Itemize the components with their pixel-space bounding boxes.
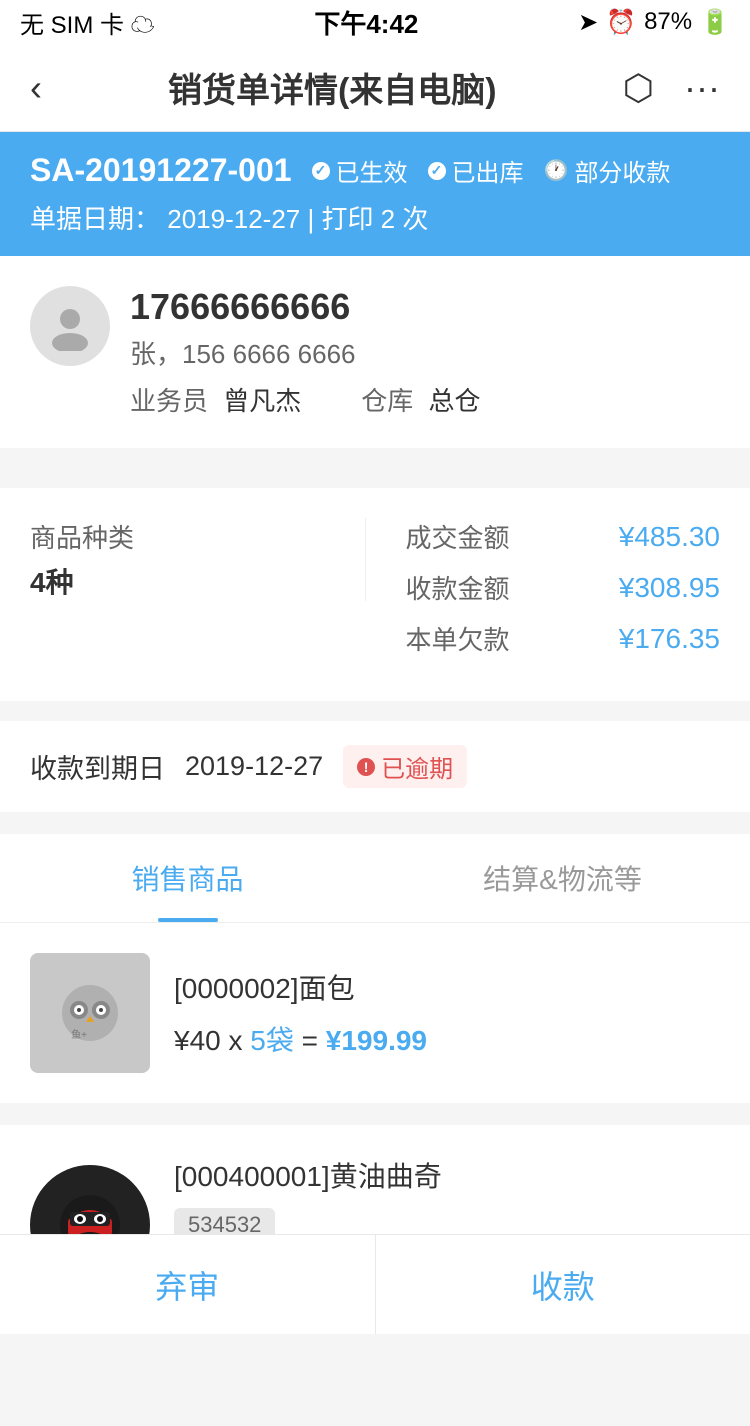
status-active: ✓ 已生效 (312, 153, 408, 188)
status-partial: 🕐 部分收款 (544, 153, 671, 188)
nav-actions: ⬡ ··· (623, 67, 720, 109)
cancel-button[interactable]: 弃审 (0, 1235, 376, 1334)
status-active-label: 已生效 (336, 153, 408, 188)
warehouse-meta: 仓库 总仓 (361, 381, 480, 418)
tabs-section: 销售商品 结算&物流等 (0, 834, 750, 923)
status-partial-label: 部分收款 (574, 153, 670, 188)
product-price-bread: ¥40 x 5袋 = ¥199.99 (174, 1019, 720, 1059)
product-thumb-bread: 鱼+ (30, 953, 150, 1073)
battery-level: 87% (644, 8, 692, 36)
category-value: 4种 (30, 561, 345, 601)
date-label: 单据日期： (30, 204, 160, 234)
deal-label: 成交金额 (406, 518, 510, 555)
customer-phone: 17666666666 (130, 286, 720, 328)
due-section: 收款到期日 2019-12-27 ! 已逾期 (0, 721, 750, 812)
location-icon: ➤ (578, 8, 598, 37)
due-label: 收款到期日 (30, 747, 165, 786)
received-value: ¥308.95 (619, 572, 720, 604)
share-icon[interactable]: ⬡ (623, 67, 654, 109)
order-number: SA-20191227-001 (30, 152, 292, 189)
status-left: 无 SIM 卡 ☁ (20, 5, 155, 40)
customer-meta: 业务员 曾凡杰 仓库 总仓 (130, 381, 720, 418)
check-icon-active: ✓ (312, 162, 330, 180)
sim-status: 无 SIM 卡 ☁ (20, 5, 155, 40)
customer-info: 17666666666 张，156 6666 6666 业务员 曾凡杰 仓库 总… (130, 286, 720, 418)
tab-products[interactable]: 销售商品 (0, 834, 375, 922)
clock-icon: 🕐 (544, 158, 569, 183)
owed-value: ¥176.35 (619, 623, 720, 655)
confirm-button[interactable]: 收款 (376, 1235, 750, 1334)
battery-icon: 🔋 (700, 8, 730, 37)
owl-icon: 鱼+ (55, 978, 125, 1048)
product-name-cookie: [000400001]黄油曲奇 (174, 1155, 720, 1195)
product-name-bread: [0000002]面包 (174, 967, 720, 1007)
status-shipped: ✓ 已出库 (428, 153, 524, 188)
bread-qty: 5袋 (250, 1025, 294, 1056)
page-title: 销货单详情(来自电脑) (168, 63, 497, 112)
stats-right: 成交金额 ¥485.30 收款金额 ¥308.95 本单欠款 ¥176.35 (366, 518, 721, 671)
stats-section: 商品种类 4种 成交金额 ¥485.30 收款金额 ¥308.95 本单欠款 ¥… (0, 488, 750, 701)
salesperson-value: 曾凡杰 (223, 386, 301, 416)
due-date: 2019-12-27 (185, 751, 323, 782)
separator-3 (0, 1105, 750, 1125)
status-right: ➤ ⏰ 87% 🔋 (578, 8, 730, 37)
product-info-bread: [0000002]面包 ¥40 x 5袋 = ¥199.99 (174, 967, 720, 1059)
customer-avatar (30, 286, 110, 366)
tab-products-label: 销售商品 (131, 858, 243, 898)
time-display: 下午4:42 (314, 4, 418, 41)
avatar-icon (45, 301, 95, 351)
bottom-bar: 弃审 收款 (0, 1234, 750, 1334)
customer-contact: 张，156 6666 6666 (130, 334, 720, 371)
svg-text:鱼+: 鱼+ (71, 1028, 87, 1041)
status-bar: 无 SIM 卡 ☁ 下午4:42 ➤ ⏰ 87% 🔋 (0, 0, 750, 44)
overdue-text: 已逾期 (381, 749, 453, 784)
product-item-bread[interactable]: 鱼+ [0000002]面包 ¥40 x 5袋 = ¥199.99 (0, 923, 750, 1103)
bread-total: ¥199.99 (326, 1025, 427, 1056)
separator-2 (0, 812, 750, 832)
overdue-badge: ! 已逾期 (343, 745, 467, 788)
salesperson-meta: 业务员 曾凡杰 (130, 381, 301, 418)
salesperson-label: 业务员 (130, 386, 208, 416)
alarm-icon: ⏰ (606, 8, 636, 37)
check-icon-shipped: ✓ (428, 162, 446, 180)
header-banner: SA-20191227-001 ✓ 已生效 ✓ 已出库 🕐 部分收款 单据日期：… (0, 132, 750, 256)
header-date: 单据日期： 2019-12-27 | 打印 2 次 (30, 199, 720, 236)
stats-left: 商品种类 4种 (30, 518, 366, 601)
back-button[interactable]: ‹ (30, 67, 42, 109)
date-value: 2019-12-27 (167, 204, 300, 234)
deal-value: ¥485.30 (619, 521, 720, 553)
tab-settlement[interactable]: 结算&物流等 (375, 834, 750, 922)
bottom-spacer (0, 1326, 750, 1426)
order-row: SA-20191227-001 ✓ 已生效 ✓ 已出库 🕐 部分收款 (30, 152, 720, 189)
status-shipped-label: 已出库 (452, 153, 524, 188)
tab-settlement-label: 结算&物流等 (483, 858, 642, 898)
customer-section: 17666666666 张，156 6666 6666 业务员 曾凡杰 仓库 总… (0, 256, 750, 448)
bread-price: ¥40 (174, 1025, 221, 1056)
bread-x: x (229, 1025, 251, 1056)
nav-bar: ‹ 销货单详情(来自电脑) ⬡ ··· (0, 44, 750, 132)
bread-eq: = (302, 1025, 326, 1056)
category-label: 商品种类 (30, 518, 345, 555)
overdue-dot-icon: ! (357, 758, 375, 776)
received-label: 收款金额 (406, 569, 510, 606)
more-icon[interactable]: ··· (684, 67, 720, 109)
received-row: 收款金额 ¥308.95 (406, 569, 721, 606)
warehouse-label: 仓库 (361, 386, 413, 416)
owed-row: 本单欠款 ¥176.35 (406, 620, 721, 657)
separator-1 (0, 448, 750, 468)
deal-row: 成交金额 ¥485.30 (406, 518, 721, 555)
owed-label: 本单欠款 (406, 620, 510, 657)
tabs-row: 销售商品 结算&物流等 (0, 834, 750, 922)
print-info: | 打印 2 次 (307, 204, 428, 234)
warehouse-value: 总仓 (429, 386, 481, 416)
